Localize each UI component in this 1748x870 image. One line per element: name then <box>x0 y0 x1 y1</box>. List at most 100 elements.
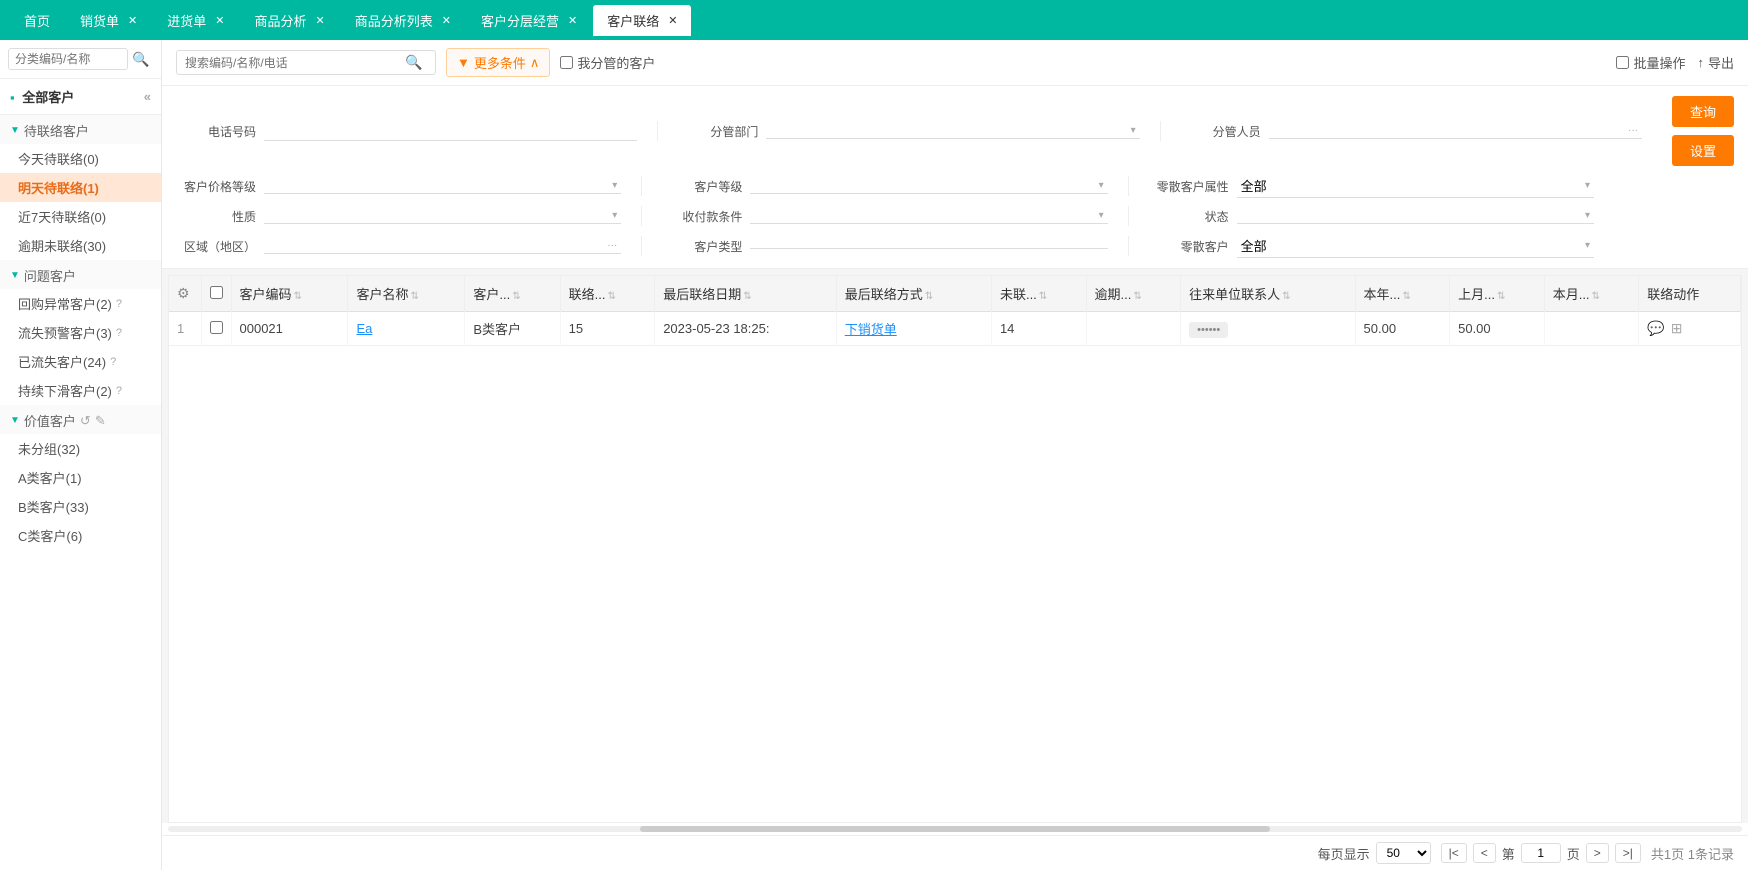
close-icon-customer-tier[interactable]: ✕ <box>568 14 577 27</box>
next-page-btn[interactable]: > <box>1586 843 1609 863</box>
cell-name[interactable]: Ea <box>348 312 465 346</box>
close-icon-sales[interactable]: ✕ <box>128 14 137 27</box>
sidebar-item-declining[interactable]: 持续下滑客户(2) ? <box>0 376 161 405</box>
filter-icon: ▼ <box>457 55 470 70</box>
sidebar-section-problem: ▼ 问题客户 <box>0 260 161 289</box>
nav-item-customer-contact[interactable]: 客户联络 ✕ <box>593 5 691 36</box>
sidebar-item-7days[interactable]: 近7天待联络(0) <box>0 202 161 231</box>
sidebar-item-churned[interactable]: 已流失客户(24) ? <box>0 347 161 376</box>
chevron-down-icon-clevel: ▾ <box>1099 180 1104 191</box>
sidebar-item-a-class[interactable]: A类客户(1) <box>0 463 161 492</box>
col-settings-icon[interactable]: ⚙ <box>177 285 190 301</box>
filter-field-retail-attr: 零散客户属性 全部 ▾ <box>1149 174 1594 198</box>
filter-btn[interactable]: ▼ 更多条件 ∧ <box>446 48 550 77</box>
action-icon-grid[interactable]: ⊞ <box>1671 320 1683 337</box>
help-icon-4[interactable]: ? <box>116 385 122 397</box>
customer-table: ⚙ 客户编码⇅ 客户名称⇅ 客户...⇅ <box>169 276 1741 346</box>
nav-item-sales[interactable]: 销货单 ✕ <box>66 5 151 36</box>
refresh-icon[interactable]: ↺ <box>80 413 91 429</box>
per-page-select[interactable]: 50 100 200 <box>1376 842 1431 864</box>
retail-attr-select[interactable]: 全部 ▾ <box>1237 174 1594 198</box>
search-input[interactable] <box>185 56 405 70</box>
batch-op-checkbox[interactable] <box>1616 56 1629 69</box>
filter-row-1: 电话号码 分管部门 ▾ 分管人员 ··· <box>176 96 1734 166</box>
cell-action: 💬 ⊞ <box>1639 312 1741 346</box>
action-icon-chat[interactable]: 💬 <box>1647 320 1664 337</box>
query-button[interactable]: 查询 <box>1672 96 1734 127</box>
nav-item-home[interactable]: 首页 <box>10 5 64 36</box>
sidebar-item-today[interactable]: 今天待联络(0) <box>0 144 161 173</box>
filter-field-area: 区域（地区） ··· <box>176 238 621 255</box>
scrollbar[interactable] <box>162 823 1748 835</box>
prev-page-btn[interactable]: < <box>1473 843 1496 863</box>
sidebar-item-b-class[interactable]: B类客户(33) <box>0 492 161 521</box>
help-icon-2[interactable]: ? <box>116 327 122 339</box>
collapse-icon[interactable]: « <box>144 89 151 104</box>
close-icon-analysis-list[interactable]: ✕ <box>442 14 451 27</box>
main-layout: 🔍 ▪ 全部客户 « ▼ 待联络客户 今天待联络(0) 明天待联络(1) 近7天… <box>0 40 1748 870</box>
cell-uncontacted: 14 <box>991 312 1086 346</box>
nav-item-customer-tier[interactable]: 客户分层经营 ✕ <box>467 5 591 36</box>
my-customers-checkbox[interactable] <box>560 56 573 69</box>
close-icon-purchase[interactable]: ✕ <box>215 14 224 27</box>
triangle-icon-value: ▼ <box>10 415 20 426</box>
retail-select[interactable]: 全部 ▾ <box>1237 234 1594 258</box>
cell-this-year: 50.00 <box>1355 312 1450 346</box>
customer-table-container: ⚙ 客户编码⇅ 客户名称⇅ 客户...⇅ <box>168 275 1742 823</box>
person-select[interactable]: ··· <box>1269 123 1642 139</box>
help-icon-3[interactable]: ? <box>110 356 116 368</box>
cell-checkbox[interactable] <box>201 312 231 346</box>
edit-icon[interactable]: ✎ <box>95 413 106 429</box>
top-nav: 首页 销货单 ✕ 进货单 ✕ 商品分析 ✕ 商品分析列表 ✕ 客户分层经营 ✕ … <box>0 0 1748 40</box>
sidebar-item-repurchase-abnormal[interactable]: 回购异常客户(2) ? <box>0 289 161 318</box>
sidebar-item-ungrouped[interactable]: 未分组(32) <box>0 434 161 463</box>
nav-item-analysis[interactable]: 商品分析 ✕ <box>240 5 338 36</box>
phone-input[interactable] <box>264 122 637 141</box>
first-page-btn[interactable]: |< <box>1441 843 1467 863</box>
batch-op-btn[interactable]: 批量操作 <box>1616 53 1685 72</box>
close-icon-analysis[interactable]: ✕ <box>316 14 325 27</box>
col-customer-type: 客户...⇅ <box>465 276 560 312</box>
sidebar-item-tomorrow[interactable]: 明天待联络(1) <box>0 173 161 202</box>
sidebar-search-input[interactable] <box>8 48 128 70</box>
sidebar-item-churn-warning[interactable]: 流失预警客户(3) ? <box>0 318 161 347</box>
cell-last-method[interactable]: 下销货单 <box>836 312 991 346</box>
nature-select[interactable]: ▾ <box>264 208 621 224</box>
close-icon-customer-contact[interactable]: ✕ <box>668 14 677 27</box>
scrollbar-thumb[interactable] <box>640 826 1270 832</box>
payment-select[interactable]: ▾ <box>750 208 1107 224</box>
status-select[interactable]: ▾ <box>1237 208 1594 224</box>
page-input[interactable] <box>1521 843 1561 863</box>
filter-field-customer-type: 客户类型 <box>662 238 1107 255</box>
help-icon-1[interactable]: ? <box>116 298 122 310</box>
sidebar-item-c-class[interactable]: C类客户(6) <box>0 521 161 550</box>
search-icon[interactable]: 🔍 <box>405 54 422 71</box>
last-page-btn[interactable]: >| <box>1615 843 1641 863</box>
my-customers-filter[interactable]: 我分管的客户 <box>560 53 655 72</box>
price-level-select[interactable]: ▾ <box>264 178 621 194</box>
pagination: |< < 第 页 > >| <box>1441 843 1641 863</box>
settings-button[interactable]: 设置 <box>1672 135 1734 166</box>
col-checkbox[interactable] <box>201 276 231 312</box>
customer-type-select[interactable] <box>750 244 1107 249</box>
dept-select[interactable]: ▾ <box>766 123 1139 139</box>
sidebar-search-icon[interactable]: 🔍 <box>132 51 149 68</box>
nav-item-analysis-list[interactable]: 商品分析列表 ✕ <box>341 5 465 36</box>
export-icon: ↑ <box>1697 55 1704 70</box>
filter-panel: 电话号码 分管部门 ▾ 分管人员 ··· <box>162 86 1748 269</box>
cell-last-date: 2023-05-23 18:25: <box>655 312 837 346</box>
select-all-checkbox[interactable] <box>210 286 223 299</box>
filter-field-nature: 性质 ▾ <box>176 208 621 225</box>
sidebar-all-customers[interactable]: ▪ 全部客户 « <box>0 79 161 115</box>
area-select[interactable]: ··· <box>264 238 621 254</box>
export-btn[interactable]: ↑ 导出 <box>1697 53 1734 72</box>
chevron-down-icon-status: ▾ <box>1585 210 1590 221</box>
col-last-contact-date: 最后联络日期⇅ <box>655 276 837 312</box>
col-settings[interactable]: ⚙ <box>169 276 201 312</box>
nav-item-purchase[interactable]: 进货单 ✕ <box>153 5 238 36</box>
row-checkbox[interactable] <box>210 321 223 334</box>
customer-level-select[interactable]: ▾ <box>750 178 1107 194</box>
sidebar-item-overdue[interactable]: 逾期未联络(30) <box>0 231 161 260</box>
chevron-down-icon-dept: ▾ <box>1131 125 1136 136</box>
table-row: 1 000021 Ea B类客户 15 2023-05-23 18:25: 下销… <box>169 312 1741 346</box>
